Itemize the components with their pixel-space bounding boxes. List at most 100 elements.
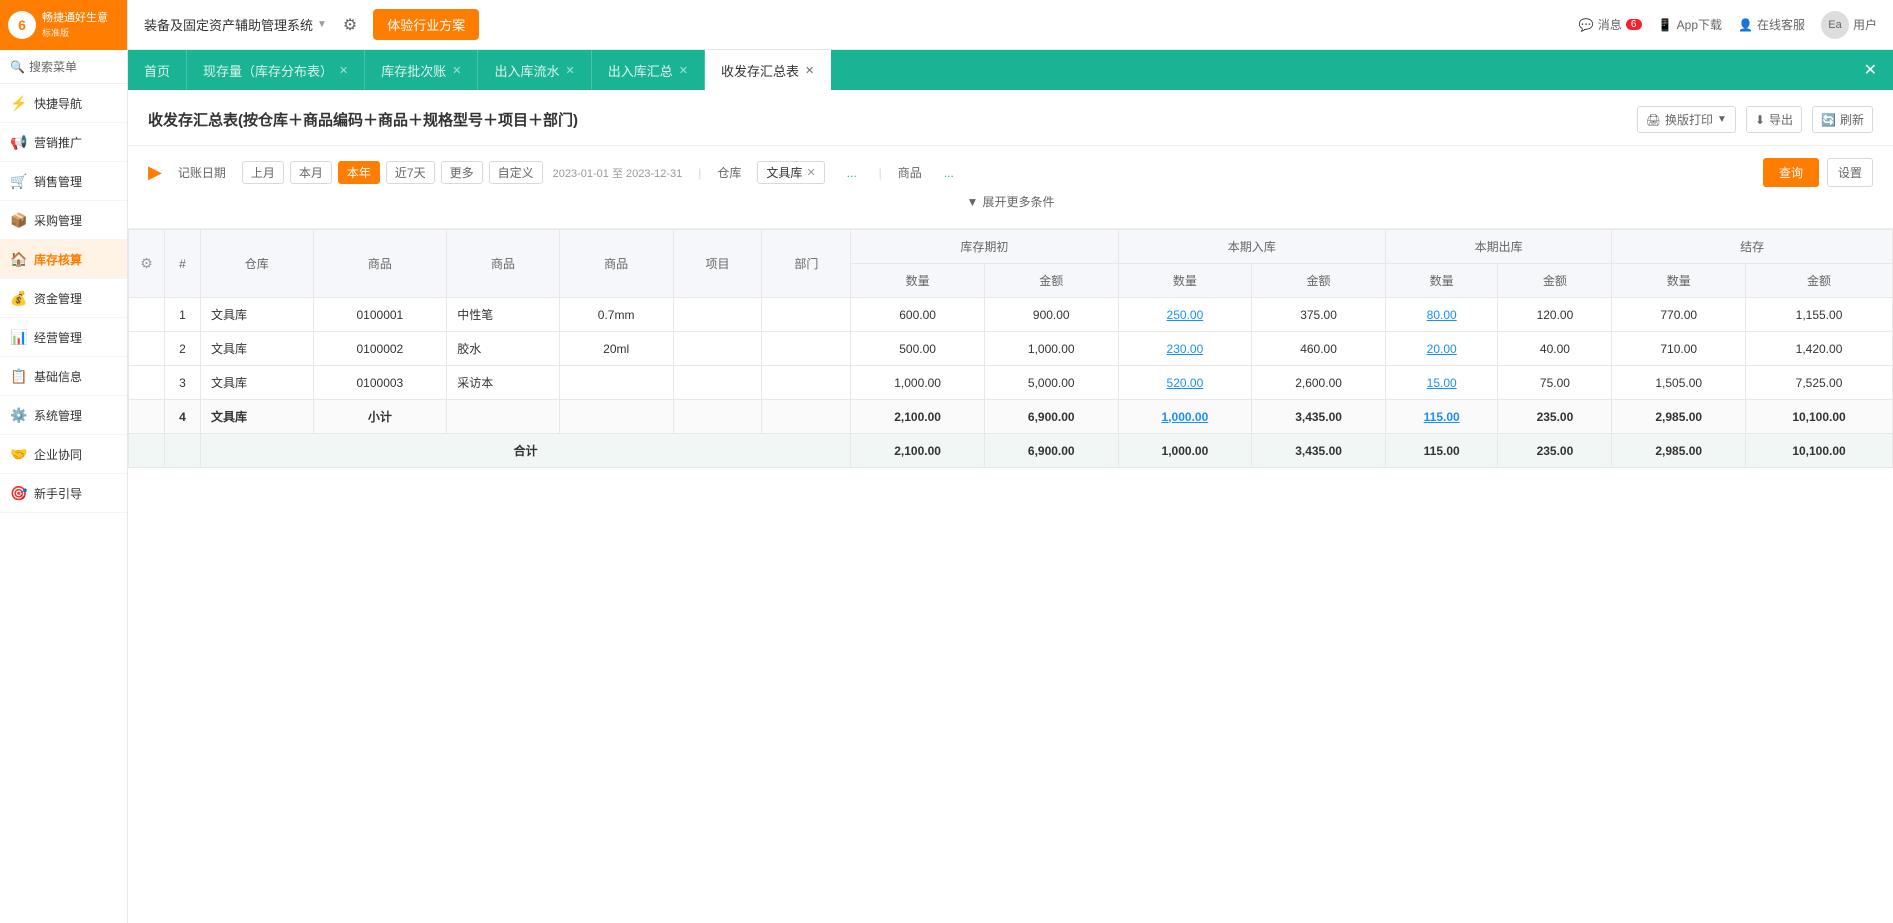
sidebar-item-guide[interactable]: 🎯 新手引导	[0, 474, 127, 513]
system-name: 装备及固定资产辅助管理系统	[144, 15, 313, 34]
tab-inout-flow[interactable]: 出入库流水 ✕	[478, 50, 591, 90]
row1-closing-qty: 770.00	[1612, 298, 1746, 332]
page-title: 收发存汇总表(按仓库＋商品编码＋商品＋规格型号＋项目＋部门)	[148, 109, 578, 130]
sidebar: 6 畅捷通好生意 标准版 🔍 搜索菜单 ⚡ 快捷导航 📢 营销推广 🛒 销售管理…	[0, 0, 128, 923]
row2-in-qty[interactable]: 230.00	[1118, 332, 1252, 366]
tab-batch[interactable]: 库存批次账 ✕	[365, 50, 478, 90]
app-download-button[interactable]: 📱 App下载	[1658, 16, 1722, 33]
tab-bar-close[interactable]: ✕	[1848, 60, 1893, 80]
settings-icon[interactable]: ⚙	[343, 15, 357, 35]
user-menu[interactable]: Ea 用户	[1821, 11, 1877, 39]
row1-out-qty[interactable]: 80.00	[1385, 298, 1498, 332]
total-opening-amt: 6,900.00	[984, 434, 1118, 468]
subtotal-closing-amt: 10,100.00	[1746, 400, 1893, 434]
row2-in-amt: 460.00	[1252, 332, 1386, 366]
row1-opening-qty: 600.00	[851, 298, 985, 332]
sidebar-item-finance[interactable]: 💰 资金管理	[0, 279, 127, 318]
row2-in-qty-link[interactable]: 230.00	[1167, 342, 1204, 356]
row3-in-qty[interactable]: 520.00	[1118, 366, 1252, 400]
date-filter-group: 上月 本月 本年 近7天 更多 自定义 2023-01-01 至 2023-12…	[242, 161, 682, 184]
tab-inventory-dist-close[interactable]: ✕	[339, 64, 348, 77]
chevron-print-icon: ▼	[1717, 114, 1727, 125]
row1-opening-amt: 900.00	[984, 298, 1118, 332]
sidebar-item-purchase[interactable]: 📦 采购管理	[0, 201, 127, 240]
th-closing-group: 结存	[1612, 230, 1893, 264]
sidebar-item-sales[interactable]: 🛒 销售管理	[0, 162, 127, 201]
filter-settings-button[interactable]: 设置	[1827, 158, 1873, 187]
search-menu[interactable]: 🔍 搜索菜单	[0, 50, 127, 84]
filter-area: ▶ 记账日期 上月 本月 本年 近7天 更多 自定义 2023-01-01 至 …	[128, 146, 1893, 229]
expand-more-button[interactable]: ▼ 展开更多条件	[967, 193, 1055, 210]
th-opening-qty: 数量	[851, 264, 985, 298]
sidebar-item-base[interactable]: 📋 基础信息	[0, 357, 127, 396]
row2-opening-amt: 1,000.00	[984, 332, 1118, 366]
subtotal-in-qty: 1,000.00	[1118, 400, 1252, 434]
tab-receive-summary-close[interactable]: ✕	[805, 64, 814, 77]
row2-spec: 20ml	[559, 332, 673, 366]
tab-bar: 首页 现存量（库存分布表） ✕ 库存批次账 ✕ 出入库流水 ✕ 出入库汇总 ✕ …	[128, 50, 1893, 90]
th-in-qty: 数量	[1118, 264, 1252, 298]
column-settings-icon[interactable]: ⚙	[140, 255, 153, 271]
print-button[interactable]: 🖨 换版打印 ▼	[1637, 106, 1736, 133]
subtotal-out-qty-link[interactable]: 115.00	[1424, 410, 1460, 424]
date-btn-custom[interactable]: 自定义	[489, 161, 543, 184]
row3-out-qty-link[interactable]: 15.00	[1427, 376, 1457, 390]
export-button[interactable]: ⬇ 导出	[1746, 106, 1802, 133]
tab-home[interactable]: 首页	[128, 50, 187, 90]
date-btn-cur-month[interactable]: 本月	[290, 161, 332, 184]
main-table: ⚙ # 仓库 商品 商品 商品 项目 部门 库存期初 本期入库 本期出库 结存	[128, 229, 1893, 468]
date-btn-more[interactable]: 更多	[441, 161, 483, 184]
message-button[interactable]: 💬 消息 6	[1579, 16, 1642, 33]
system-selector[interactable]: 装备及固定资产辅助管理系统 ▼	[144, 15, 327, 34]
tab-receive-summary[interactable]: 收发存汇总表 ✕	[705, 50, 831, 90]
tab-inout-summary[interactable]: 出入库汇总 ✕	[592, 50, 705, 90]
search-button[interactable]: 查询	[1763, 158, 1819, 187]
row1-out-qty-link[interactable]: 80.00	[1427, 308, 1457, 322]
row1-in-qty-link[interactable]: 250.00	[1167, 308, 1204, 322]
row1-in-qty[interactable]: 250.00	[1118, 298, 1252, 332]
app-sub: 标准版	[42, 26, 108, 39]
sidebar-item-system[interactable]: ⚙️ 系统管理	[0, 396, 127, 435]
sidebar-item-marketing[interactable]: 📢 营销推广	[0, 123, 127, 162]
tab-batch-close[interactable]: ✕	[452, 64, 461, 77]
tab-inventory-dist[interactable]: 现存量（库存分布表） ✕	[187, 50, 365, 90]
sidebar-item-quick-nav[interactable]: ⚡ 快捷导航	[0, 84, 127, 123]
th-project: 项目	[673, 230, 762, 298]
date-btn-cur-year[interactable]: 本年	[338, 161, 380, 184]
sidebar-item-company[interactable]: 🤝 企业协同	[0, 435, 127, 474]
date-btn-7days[interactable]: 近7天	[386, 161, 435, 184]
th-closing-qty: 数量	[1612, 264, 1746, 298]
subtotal-out-qty: 115.00	[1385, 400, 1498, 434]
trial-button[interactable]: 体验行业方案	[373, 9, 479, 40]
total-opening-qty: 2,100.00	[851, 434, 985, 468]
filter-collapse-icon[interactable]: ▶	[148, 162, 162, 183]
warehouse-more[interactable]: ...	[841, 164, 863, 182]
tab-inout-flow-close[interactable]: ✕	[566, 64, 575, 77]
sidebar-item-inventory[interactable]: 🏠 库存核算	[0, 240, 127, 279]
subtotal-row: 4 文具库 小计 2,100.00 6,900.00 1,000.00 3,43…	[129, 400, 1893, 434]
warehouse-label: 仓库	[717, 164, 741, 181]
total-in-amt: 3,435.00	[1252, 434, 1386, 468]
tab-home-label: 首页	[144, 61, 170, 80]
purchase-icon: 📦	[10, 211, 28, 229]
sidebar-item-operations[interactable]: 📊 经营管理	[0, 318, 127, 357]
row3-out-qty[interactable]: 15.00	[1385, 366, 1498, 400]
row2-out-qty[interactable]: 20.00	[1385, 332, 1498, 366]
product-more[interactable]: ...	[938, 164, 960, 182]
online-service-button[interactable]: 👤 在线客服	[1738, 16, 1805, 33]
warehouse-tag-close[interactable]: ✕	[806, 166, 815, 179]
subtotal-in-qty-link[interactable]: 1,000.00	[1162, 410, 1209, 424]
total-in-qty: 1,000.00	[1118, 434, 1252, 468]
total-closing-amt: 10,100.00	[1746, 434, 1893, 468]
row2-out-qty-link[interactable]: 20.00	[1427, 342, 1457, 356]
row3-closing-amt: 7,525.00	[1746, 366, 1893, 400]
subtotal-closing-qty: 2,985.00	[1612, 400, 1746, 434]
date-label: 记账日期	[178, 164, 226, 181]
row3-project	[673, 366, 762, 400]
table-row: 2 文具库 0100002 胶水 20ml 500.00 1,000.00 23…	[129, 332, 1893, 366]
refresh-button[interactable]: 🔄 刷新	[1812, 106, 1873, 133]
tab-inout-summary-close[interactable]: ✕	[679, 64, 688, 77]
download-icon: 📱	[1658, 18, 1673, 32]
row3-in-qty-link[interactable]: 520.00	[1167, 376, 1204, 390]
date-btn-prev-month[interactable]: 上月	[242, 161, 284, 184]
